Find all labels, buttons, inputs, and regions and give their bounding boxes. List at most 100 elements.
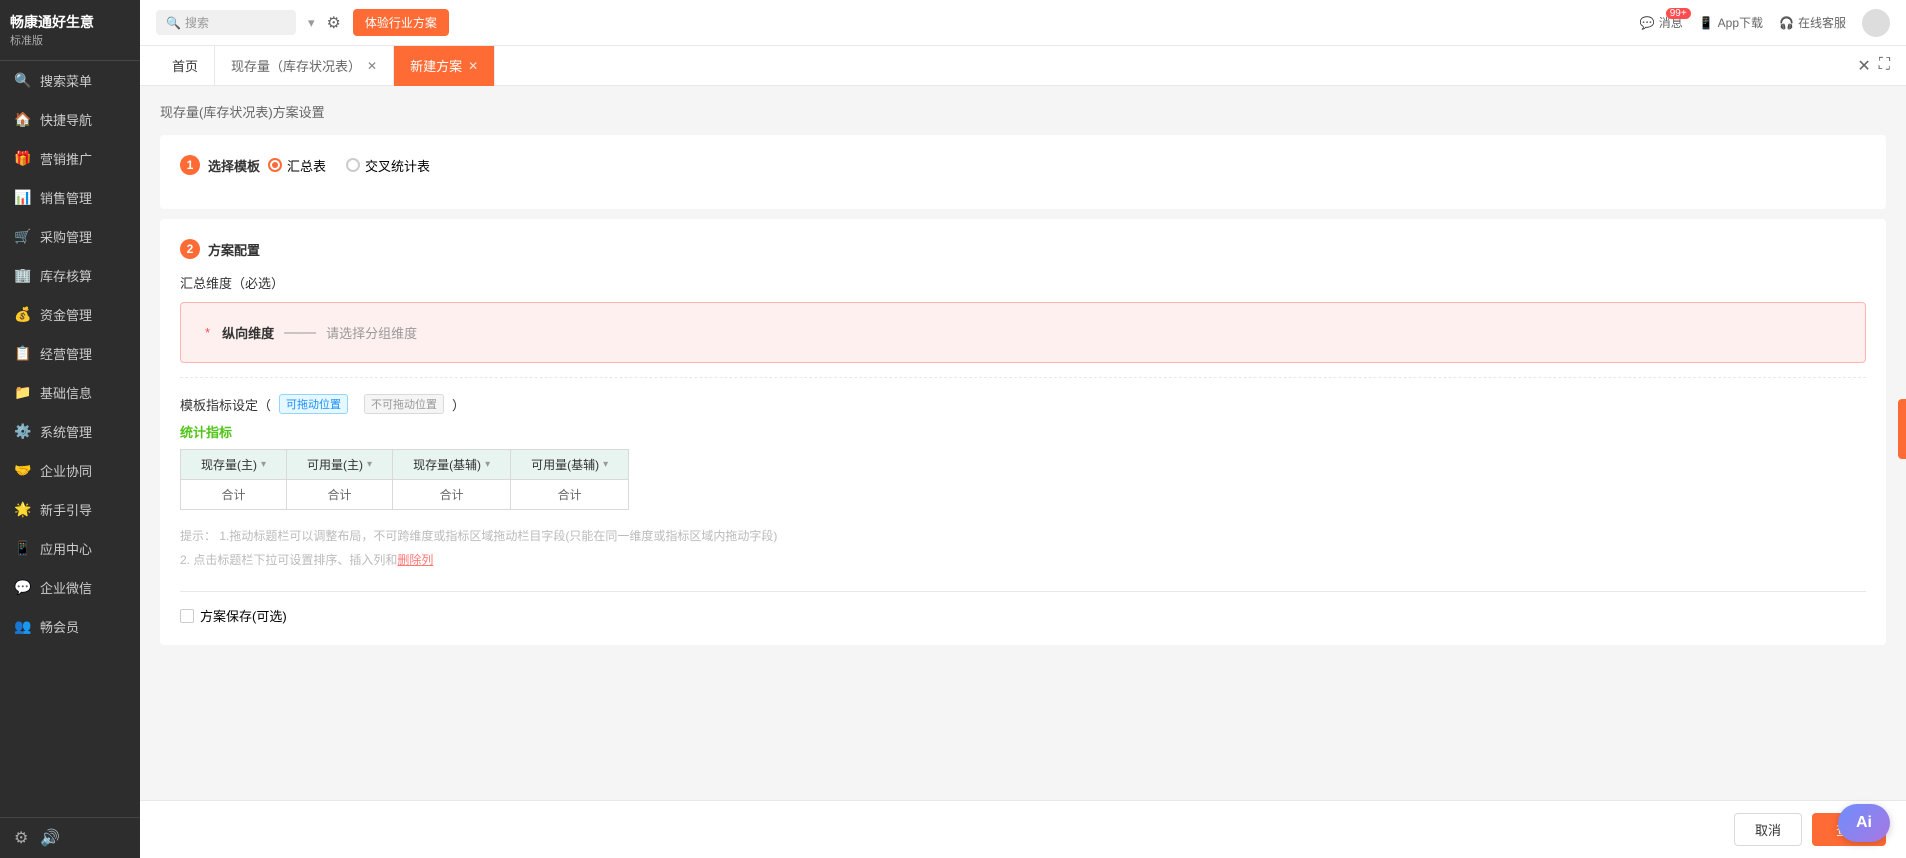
- stats-table-body-row: 合计 合计 合计 合计: [181, 480, 629, 510]
- sidebar-icon-10: 🤝: [14, 462, 32, 480]
- sidebar-item-10[interactable]: 🤝 企业协同: [0, 451, 140, 490]
- col-header-1[interactable]: 现存量(主) ▾: [181, 450, 287, 480]
- sidebar-label-3: 销售管理: [40, 188, 92, 207]
- close-tab-icon[interactable]: ✕: [1857, 56, 1870, 76]
- delete-col-link[interactable]: 删除列: [397, 553, 433, 567]
- sidebar-label-10: 企业协同: [40, 461, 92, 480]
- online-service-item[interactable]: 🎧 在线客服: [1779, 14, 1846, 31]
- section-divider: [180, 377, 1866, 378]
- col-1-chevron-icon: ▾: [261, 459, 266, 470]
- radio-cross-dot: [346, 158, 360, 172]
- sidebar-label-0: 搜索菜单: [40, 71, 92, 90]
- search-bar[interactable]: 🔍 搜索: [156, 10, 296, 35]
- tabs-bar: 首页 现存量（库存状况表） ✕ 新建方案 ✕ ✕ ⛶: [140, 46, 1906, 86]
- ai-fab-button[interactable]: Ai: [1838, 804, 1890, 842]
- search-placeholder: 搜索: [185, 14, 209, 31]
- sidebar-label-7: 经营管理: [40, 344, 92, 363]
- app-download-item[interactable]: 📱 App下载: [1699, 14, 1763, 31]
- online-service-label: 在线客服: [1798, 14, 1846, 31]
- industry-btn[interactable]: 体验行业方案: [353, 9, 449, 36]
- sidebar-icon-13: 💬: [14, 579, 32, 597]
- col-header-2[interactable]: 可用量(主) ▾: [287, 450, 393, 480]
- col-2-value: 合计: [287, 480, 393, 510]
- top-header: 🔍 搜索 ▾ ⚙ 体验行业方案 💬 消息 99+ 📱 App下载 🎧 在线客服: [140, 0, 1906, 46]
- template-radio-group: 汇总表 交叉统计表: [268, 156, 430, 175]
- header-left: 🔍 搜索 ▾ ⚙ 体验行业方案: [156, 9, 449, 36]
- sidebar-label-9: 系统管理: [40, 422, 92, 441]
- sidebar-item-13[interactable]: 💬 企业微信: [0, 568, 140, 607]
- sidebar-label-4: 采购管理: [40, 227, 92, 246]
- step2-badge: 2: [180, 239, 200, 259]
- sidebar-item-14[interactable]: 👥畅会员: [0, 607, 140, 646]
- tab-inventory[interactable]: 现存量（库存状况表） ✕: [215, 46, 394, 86]
- sidebar-item-3[interactable]: 📊销售管理: [0, 178, 140, 217]
- stats-table-header-row: 现存量(主) ▾ 可用量(主) ▾: [181, 450, 629, 480]
- sidebar-logo: 畅康通好生意 标准版: [0, 0, 140, 61]
- step2-title: 方案配置: [208, 240, 260, 259]
- radio-cross[interactable]: 交叉统计表: [346, 156, 430, 175]
- tab-inventory-close-icon[interactable]: ✕: [367, 59, 377, 73]
- sidebar-item-6[interactable]: 💰资金管理: [0, 295, 140, 334]
- col-1-label: 现存量(主): [201, 456, 257, 473]
- tab-new-plan[interactable]: 新建方案 ✕: [394, 46, 495, 86]
- step1-card: 1 选择模板 汇总表 交叉统计表: [160, 135, 1886, 209]
- required-marker: *: [205, 325, 210, 340]
- indicator-section: 模板指标设定（ 可拖动位置 不可拖动位置 ） 统计指标 现存量(主) ▾: [180, 394, 1866, 510]
- settings-bottom-icon[interactable]: ⚙: [14, 828, 28, 848]
- dim-selection-area[interactable]: * 纵向维度 —— 请选择分组维度: [180, 302, 1866, 363]
- action-bar: 取消 查询: [140, 800, 1906, 858]
- gear-header-icon[interactable]: ⚙: [327, 13, 341, 33]
- chevron-down-icon[interactable]: ▾: [308, 15, 315, 31]
- avatar[interactable]: [1862, 9, 1890, 37]
- sidebar-item-2[interactable]: 🎁营销推广: [0, 139, 140, 178]
- sidebar-item-4[interactable]: 🛒 采购管理: [0, 217, 140, 256]
- sidebar-label-13: 企业微信: [40, 578, 92, 597]
- tab-new-plan-close-icon[interactable]: ✕: [468, 59, 478, 73]
- sidebar-item-5[interactable]: 🏢库存核算: [0, 256, 140, 295]
- tip-line-2: 2. 点击标题栏下拉可设置排序、插入列和删除列: [180, 550, 1866, 572]
- tab-new-plan-label: 新建方案: [410, 56, 462, 75]
- col-header-4[interactable]: 可用量(基辅) ▾: [511, 450, 629, 480]
- sidebar-item-1[interactable]: 🏠快捷导航: [0, 100, 140, 139]
- radio-cross-label: 交叉统计表: [365, 156, 430, 175]
- summary-dim-label: 汇总维度（必选）: [180, 273, 1866, 292]
- col-3-chevron-icon: ▾: [485, 459, 490, 470]
- right-edge-indicator: [1898, 399, 1906, 459]
- page-title: 现存量(库存状况表)方案设置: [160, 102, 1886, 121]
- col-3-label: 现存量(基辅): [413, 456, 481, 473]
- sidebar: 畅康通好生意 标准版 🔍搜索菜单🏠快捷导航🎁营销推广📊销售管理 🛒 采购管理 🏢库存核…: [0, 0, 140, 858]
- tab-home[interactable]: 首页: [156, 46, 215, 86]
- sidebar-item-8[interactable]: 📁基础信息: [0, 373, 140, 412]
- sound-icon[interactable]: 🔊: [40, 828, 60, 848]
- step2-card: 2 方案配置 汇总维度（必选） * 纵向维度 —— 请选择分组维度 模板指标设定…: [160, 219, 1886, 645]
- sidebar-item-7[interactable]: 📋经营管理: [0, 334, 140, 373]
- sidebar-icon-11: 🌟: [14, 501, 32, 519]
- sidebar-item-0[interactable]: 🔍搜索菜单: [0, 61, 140, 100]
- col-header-3[interactable]: 现存量(基辅) ▾: [393, 450, 511, 480]
- sidebar-item-11[interactable]: 🌟 新手引导: [0, 490, 140, 529]
- sidebar-icon-5: 🏢: [14, 267, 32, 285]
- radio-summary-label: 汇总表: [287, 156, 326, 175]
- sidebar-icon-2: 🎁: [14, 150, 32, 168]
- sidebar-icon-1: 🏠: [14, 111, 32, 129]
- message-item[interactable]: 💬 消息 99+: [1640, 14, 1683, 31]
- sidebar-icon-8: 📁: [14, 384, 32, 402]
- sidebar-icon-12: 📱: [14, 540, 32, 558]
- radio-summary[interactable]: 汇总表: [268, 156, 326, 175]
- content-area: 现存量(库存状况表)方案设置 1 选择模板 汇总表 交叉统计表: [140, 86, 1906, 800]
- indicator-label-text: 模板指标设定（: [180, 395, 271, 414]
- sidebar-icon-4: 🛒: [14, 228, 32, 246]
- sidebar-item-9[interactable]: ⚙️系统管理: [0, 412, 140, 451]
- step1-badge: 1: [180, 155, 200, 175]
- tab-home-label: 首页: [172, 56, 198, 75]
- tip-line-1: 提示： 1.拖动标题栏可以调整布局，不可跨维度或指标区域拖动栏目字段(只能在同一…: [180, 526, 1866, 548]
- cancel-button[interactable]: 取消: [1734, 813, 1802, 846]
- main-area: 🔍 搜索 ▾ ⚙ 体验行业方案 💬 消息 99+ 📱 App下载 🎧 在线客服: [140, 0, 1906, 858]
- vertical-dim-label: 纵向维度: [222, 323, 274, 342]
- search-icon: 🔍: [166, 16, 181, 30]
- sidebar-label-11: 新手引导: [40, 500, 92, 519]
- tips-section: 提示： 1.拖动标题栏可以调整布局，不可跨维度或指标区域拖动栏目字段(只能在同一…: [180, 526, 1866, 571]
- expand-tab-icon[interactable]: ⛶: [1879, 56, 1890, 76]
- sidebar-item-12[interactable]: 📱应用中心: [0, 529, 140, 568]
- save-checkbox[interactable]: [180, 609, 194, 623]
